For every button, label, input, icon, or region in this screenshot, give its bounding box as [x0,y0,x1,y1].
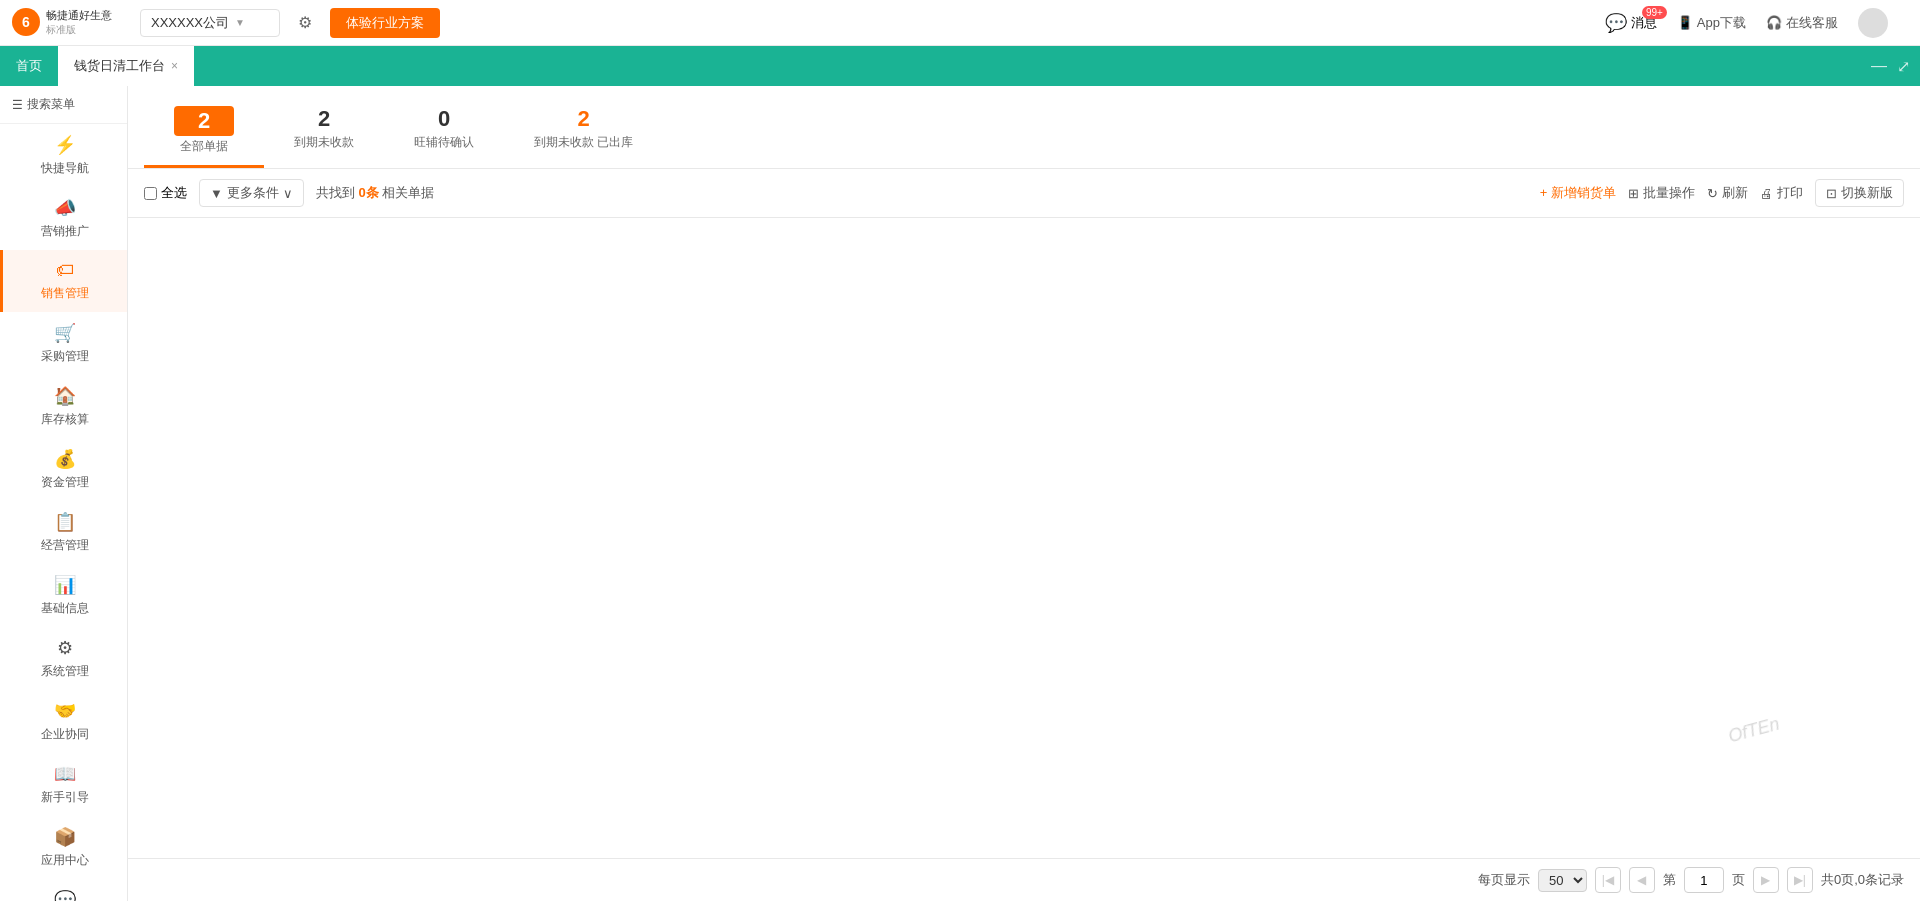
headset-icon: 🎧 [1766,15,1782,30]
search-menu-icon: ☰ [12,98,23,112]
more-filter-button[interactable]: ▼ 更多条件 ∨ [199,179,304,207]
tab-bar-actions: — ⤢ [1871,57,1920,76]
sidebar-item-purchase[interactable]: 🛒 采购管理 [0,312,127,375]
tab-bar: 首页 钱货日清工作台 × — ⤢ [0,46,1920,86]
sales-icon: 🏷 [56,260,74,281]
switch-version-button[interactable]: ⊡ 切换新版 [1815,179,1904,207]
stats-tabs: 2 全部单据 2 到期未收款 0 旺辅待确认 2 到期未收款 已出库 [128,86,1920,169]
sidebar-item-marketing[interactable]: 📣 营销推广 [0,187,127,250]
main-layout: ☰ 搜索菜单 ⚡ 快捷导航 📣 营销推广 🏷 销售管理 🛒 采购管理 🏠 库存核… [0,86,1920,901]
message-button[interactable]: 💬 消息 99+ [1605,12,1657,34]
tab-qianhuoriqing[interactable]: 钱货日清工作台 × [58,46,194,86]
next-page-button[interactable]: ▶ [1753,867,1779,893]
add-sales-order-button[interactable]: + 新增销货单 [1540,184,1616,202]
content-area: 2 全部单据 2 到期未收款 0 旺辅待确认 2 到期未收款 已出库 全选 [128,86,1920,901]
refresh-icon: ↻ [1707,186,1718,201]
stat-tab-wangpu[interactable]: 0 旺辅待确认 [384,98,504,168]
sidebar-item-sales[interactable]: 🏷 销售管理 [0,250,127,312]
gear-icon: ⚙ [298,13,312,32]
app-center-icon: 📦 [54,826,76,848]
system-icon: ⚙ [57,637,73,659]
sidebar-item-inventory[interactable]: 🏠 库存核算 [0,375,127,438]
message-icon: 💬 [1605,12,1627,34]
print-icon: 🖨 [1760,186,1773,201]
lightning-icon: ⚡ [54,134,76,156]
prev-page-button[interactable]: ◀ [1629,867,1655,893]
guide-icon: 📖 [54,763,76,785]
operations-icon: 📋 [54,511,76,533]
page-size-label: 每页显示 [1478,871,1530,889]
inventory-icon: 🏠 [54,385,76,407]
pagination: 每页显示 50 |◀ ◀ 第 页 ▶ ▶| 共0页,0条记录 [128,858,1920,901]
sidebar-item-quick-nav[interactable]: ⚡ 快捷导航 [0,124,127,187]
sidebar-item-basic-info[interactable]: 📊 基础信息 [0,564,127,627]
page-suffix: 页 [1732,871,1745,889]
batch-operation-button[interactable]: ⊞ 批量操作 [1628,184,1695,202]
total-info: 共0页,0条记录 [1821,871,1904,889]
app-download-button[interactable]: 📱 App下载 [1677,14,1746,32]
switch-icon: ⊡ [1826,186,1837,201]
dropdown-icon: ∨ [283,186,293,201]
found-text: 共找到 0条 相关单据 [316,184,434,202]
message-badge: 99+ [1642,6,1667,19]
trial-button[interactable]: 体验行业方案 [330,8,440,38]
page-size-select[interactable]: 50 [1538,869,1587,892]
logo-area: 6 畅捷通好生意 标准版 [12,8,140,36]
tab-maximize-icon[interactable]: ⤢ [1897,57,1910,76]
tab-home[interactable]: 首页 [0,46,58,86]
sidebar-item-app-center[interactable]: 📦 应用中心 [0,816,127,879]
company-selector[interactable]: XXXXXX公司 ▼ [140,9,280,37]
logo-text: 畅捷通好生意 标准版 [46,8,112,36]
search-menu-button[interactable]: ☰ 搜索菜单 [0,86,127,124]
toolbar: 全选 ▼ 更多条件 ∨ 共找到 0条 相关单据 + 新增销货单 ⊞ 批量操作 ↻ [128,169,1920,218]
last-page-button[interactable]: ▶| [1787,867,1813,893]
refresh-button[interactable]: ↻ 刷新 [1707,184,1748,202]
top-header: 6 畅捷通好生意 标准版 XXXXXX公司 ▼ ⚙ 体验行业方案 💬 消息 99… [0,0,1920,46]
batch-icon: ⊞ [1628,186,1639,201]
sidebar: ☰ 搜索菜单 ⚡ 快捷导航 📣 营销推广 🏷 销售管理 🛒 采购管理 🏠 库存核… [0,86,128,901]
sidebar-item-weixin[interactable]: 💬 企业微信 [0,879,127,901]
print-button[interactable]: 🖨 打印 [1760,184,1803,202]
settings-button[interactable]: ⚙ [290,8,320,38]
sidebar-item-guide[interactable]: 📖 新手引导 [0,753,127,816]
sidebar-item-enterprise-collab[interactable]: 🤝 企业协同 [0,690,127,753]
table-area [128,218,1920,858]
toolbar-right: + 新增销货单 ⊞ 批量操作 ↻ 刷新 🖨 打印 ⊡ 切换新版 [1540,179,1904,207]
sidebar-item-operations[interactable]: 📋 经营管理 [0,501,127,564]
first-page-button[interactable]: |◀ [1595,867,1621,893]
basic-info-icon: 📊 [54,574,76,596]
user-avatar[interactable] [1858,8,1888,38]
page-number-input[interactable] [1684,867,1724,893]
online-service-button[interactable]: 🎧 在线客服 [1766,14,1838,32]
weixin-icon: 💬 [54,889,76,901]
sidebar-item-finance[interactable]: 💰 资金管理 [0,438,127,501]
sidebar-item-system[interactable]: ⚙ 系统管理 [0,627,127,690]
chevron-down-icon: ▼ [235,17,245,28]
download-icon: 📱 [1677,15,1693,30]
finance-icon: 💰 [54,448,76,470]
header-right: 💬 消息 99+ 📱 App下载 🎧 在线客服 [1605,8,1908,38]
company-name: XXXXXX公司 [151,14,229,32]
stat-tab-all[interactable]: 2 全部单据 [144,98,264,168]
search-menu-label: 搜索菜单 [27,96,75,113]
page-prefix: 第 [1663,871,1676,889]
select-all-input[interactable] [144,187,157,200]
select-all-checkbox[interactable]: 全选 [144,184,187,202]
tab-close-icon[interactable]: × [171,59,178,73]
filter-icon: ▼ [210,186,223,201]
stat-tab-overdue-shipped[interactable]: 2 到期未收款 已出库 [504,98,663,168]
stat-tab-overdue[interactable]: 2 到期未收款 [264,98,384,168]
marketing-icon: 📣 [54,197,76,219]
purchase-icon: 🛒 [54,322,76,344]
collab-icon: 🤝 [54,700,76,722]
tab-minimize-icon[interactable]: — [1871,57,1887,75]
logo-icon: 6 [12,8,40,36]
